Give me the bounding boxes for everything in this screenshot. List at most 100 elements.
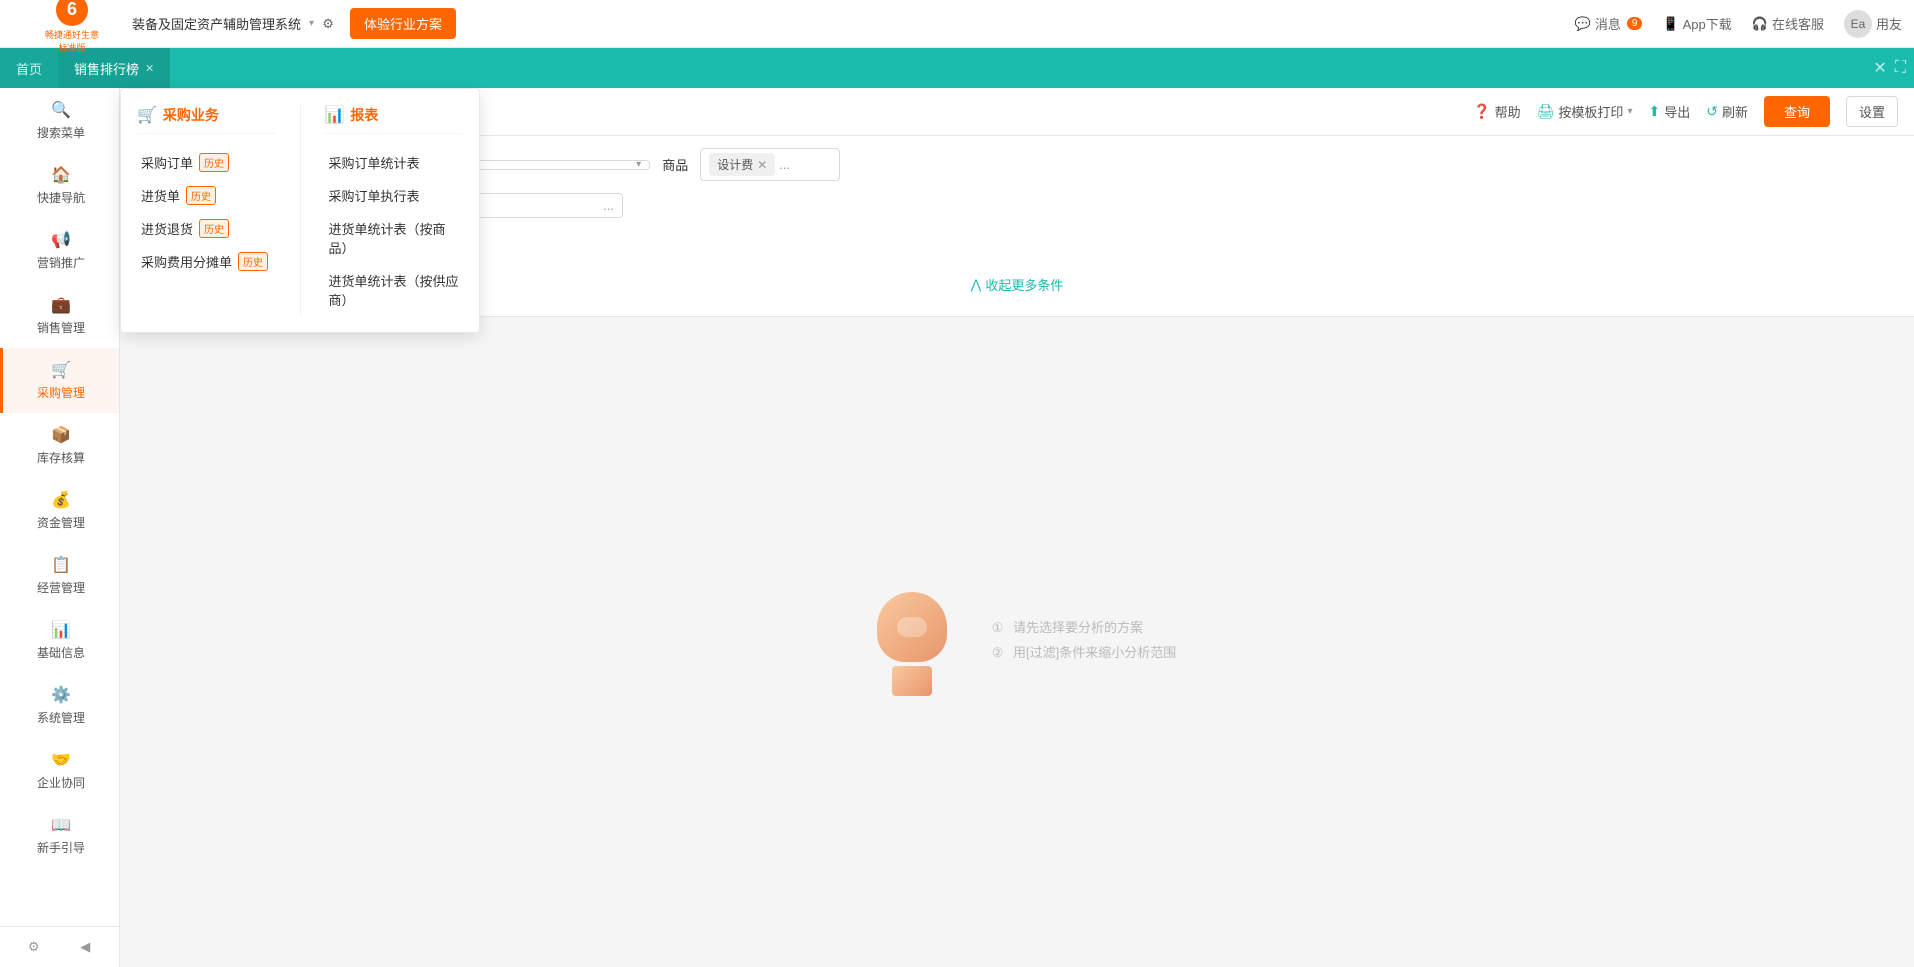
sidebar-item-operations[interactable]: 📋 经营管理 (0, 543, 119, 608)
dropdown-item-purchase-order-report[interactable]: 采购订单统计表 (325, 146, 464, 179)
robot-base (892, 666, 932, 696)
tab-bar: 首页 销售排行榜 ✕ ✕ ⛶ (0, 48, 1914, 88)
dropdown-item-purchase-order[interactable]: 采购订单 历史 (137, 146, 276, 179)
enterprise-icon: 🤝 (51, 750, 71, 770)
home-tab-label: 首页 (16, 59, 42, 78)
history-badge-3: 历史 (238, 252, 268, 271)
sidebar-item-label: 销售管理 (37, 319, 85, 336)
tab-close-all-icon[interactable]: ✕ (1873, 58, 1886, 78)
sidebar-item-search[interactable]: 🔍 搜索菜单 (0, 88, 119, 153)
sidebar-item-quick-nav[interactable]: 🏠 快捷导航 (0, 153, 119, 218)
sidebar-item-label: 新手引导 (37, 839, 85, 856)
dropdown-item-inbound-report-goods[interactable]: 进货单统计表（按商品） (325, 212, 464, 264)
robot-body (877, 592, 947, 662)
home-icon: 🏠 (51, 165, 71, 185)
sidebar-item-sales[interactable]: 💼 销售管理 (0, 283, 119, 348)
collapse-up-icon: ⋀ (971, 277, 982, 293)
dropdown-item-inbound[interactable]: 进货单 历史 (137, 179, 276, 212)
tab-maximize-icon[interactable]: ⛶ (1895, 59, 1906, 77)
user-menu-button[interactable]: Ea 用友 (1844, 10, 1902, 38)
operations-icon: 📋 (51, 555, 71, 575)
top-bar: 6 畅捷通好生意 标准版 装备及固定资产辅助管理系统 ▾ ⚙ 体验行业方案 💬 … (0, 0, 1914, 48)
help-button[interactable]: ❓ 帮助 (1473, 102, 1520, 121)
empty-text: ① 请先选择要分析的方案 ② 用[过滤]条件来缩小分析范围 (992, 617, 1183, 667)
sidebar-gear-icon: ⚙ (28, 939, 40, 955)
export-icon: ⬆ (1648, 103, 1660, 120)
goods-tag: 设计费 ✕ (709, 153, 775, 176)
messages-button[interactable]: 💬 消息 9 (1575, 14, 1643, 33)
sidebar-item-label: 经营管理 (37, 579, 85, 596)
history-badge-0: 历史 (199, 153, 229, 172)
goods-tag-remove[interactable]: ✕ (757, 158, 767, 172)
sidebar-item-label: 基础信息 (37, 644, 85, 661)
salesperson-more[interactable]: ... (603, 198, 614, 213)
report-col: 📊 报表 采购订单统计表 采购订单执行表 进货单统计表（按商品） 进货单统计表（… (325, 105, 464, 316)
search-icon: 🔍 (51, 100, 71, 120)
setting-button[interactable]: 设置 (1846, 96, 1898, 127)
empty-state: ① 请先选择要分析的方案 ② 用[过滤]条件来缩小分析范围 (120, 317, 1914, 967)
sidebar-collapse-button[interactable]: ◀ (64, 939, 108, 955)
empty-illustration (852, 592, 972, 692)
marketing-icon: 📢 (51, 230, 71, 250)
sales-ranking-tab-label: 销售排行榜 (74, 59, 139, 78)
sidebar-collapse-icon: ◀ (80, 939, 90, 955)
tab-sales-ranking[interactable]: 销售排行榜 ✕ (58, 48, 170, 88)
sidebar-item-enterprise[interactable]: 🤝 企业协同 (0, 738, 119, 803)
goods-more[interactable]: ... (779, 157, 790, 172)
print-button[interactable]: 🖨 按模板打印 ▾ (1537, 102, 1633, 121)
sidebar: 🔍 搜索菜单 🏠 快捷导航 📢 营销推广 💼 销售管理 🛒 采购管理 📦 库存核… (0, 88, 120, 967)
status-chevron-icon: ▾ (636, 159, 641, 170)
sidebar-item-guide[interactable]: 📖 新手引导 (0, 803, 119, 868)
dropdown-item-purchase-order-exec[interactable]: 采购订单执行表 (325, 179, 464, 212)
purchase-col-icon: 🛒 (137, 105, 157, 125)
status-select[interactable]: ▾ (450, 160, 650, 170)
settings-icon[interactable]: ⚙ (314, 10, 342, 38)
dropdown-item-purchase-fee[interactable]: 采购费用分摊单 历史 (137, 245, 276, 278)
print-icon: 🖨 (1537, 103, 1555, 120)
sidebar-item-label: 系统管理 (37, 709, 85, 726)
trial-button[interactable]: 体验行业方案 (350, 8, 456, 39)
message-icon: 💬 (1575, 16, 1591, 32)
collapse-button[interactable]: ⋀ 收起更多条件 (971, 269, 1064, 300)
export-button[interactable]: ⬆ 导出 (1648, 102, 1690, 121)
report-col-title: 📊 报表 (325, 105, 464, 134)
app-download-button[interactable]: 📱 App下载 (1662, 14, 1731, 33)
tab-home[interactable]: 首页 (0, 48, 58, 88)
goods-label: 商品 (662, 155, 688, 174)
dropdown-divider (300, 105, 301, 316)
tab-close-icon[interactable]: ✕ (145, 62, 154, 75)
goods-input[interactable]: 设计费 ✕ ... (700, 148, 840, 181)
sidebar-item-purchase[interactable]: 🛒 采购管理 (0, 348, 119, 413)
logo-text: 畅捷通好生意 (45, 28, 99, 41)
robot-face (897, 617, 927, 637)
sidebar-item-basic[interactable]: 📊 基础信息 (0, 608, 119, 673)
salesperson-input[interactable]: ... (463, 193, 623, 218)
dropdown-item-inbound-return[interactable]: 进货退货 历史 (137, 212, 276, 245)
sidebar-settings-button[interactable]: ⚙ (12, 939, 56, 955)
dropdown-item-inbound-report-supplier[interactable]: 进货单统计表（按供应商） (325, 264, 464, 316)
tab-bar-right: ✕ ⛶ (1873, 48, 1914, 88)
logo-icon: 6 (56, 0, 88, 26)
purchase-col: 🛒 采购业务 采购订单 历史 进货单 历史 进货退货 历史 采购费用分摊单 历史 (137, 105, 276, 316)
phone-icon: 📱 (1662, 16, 1678, 32)
guide-icon: 📖 (51, 815, 71, 835)
system-title: 装备及固定资产辅助管理系统 ▾ (132, 14, 314, 33)
sidebar-item-system[interactable]: ⚙️ 系统管理 (0, 673, 119, 738)
empty-hint-1: ① 请先选择要分析的方案 (992, 617, 1183, 636)
logo-area: 6 畅捷通好生意 标准版 (12, 0, 132, 54)
sidebar-item-label: 搜索菜单 (37, 124, 85, 141)
sidebar-item-marketing[interactable]: 📢 营销推广 (0, 218, 119, 283)
query-button[interactable]: 查询 (1764, 96, 1830, 127)
sales-icon: 💼 (51, 295, 71, 315)
sidebar-item-capital[interactable]: 💰 资金管理 (0, 478, 119, 543)
online-service-button[interactable]: 🎧 在线客服 (1752, 14, 1824, 33)
system-icon: ⚙️ (51, 685, 71, 705)
basic-icon: 📊 (51, 620, 71, 640)
sidebar-item-label: 库存核算 (37, 449, 85, 466)
refresh-button[interactable]: ↺ 刷新 (1706, 102, 1748, 121)
print-chevron-icon: ▾ (1627, 106, 1632, 117)
history-badge-2: 历史 (199, 219, 229, 238)
sidebar-item-inventory[interactable]: 📦 库存核算 (0, 413, 119, 478)
sidebar-item-label: 快捷导航 (37, 189, 85, 206)
messages-badge: 9 (1627, 17, 1643, 30)
